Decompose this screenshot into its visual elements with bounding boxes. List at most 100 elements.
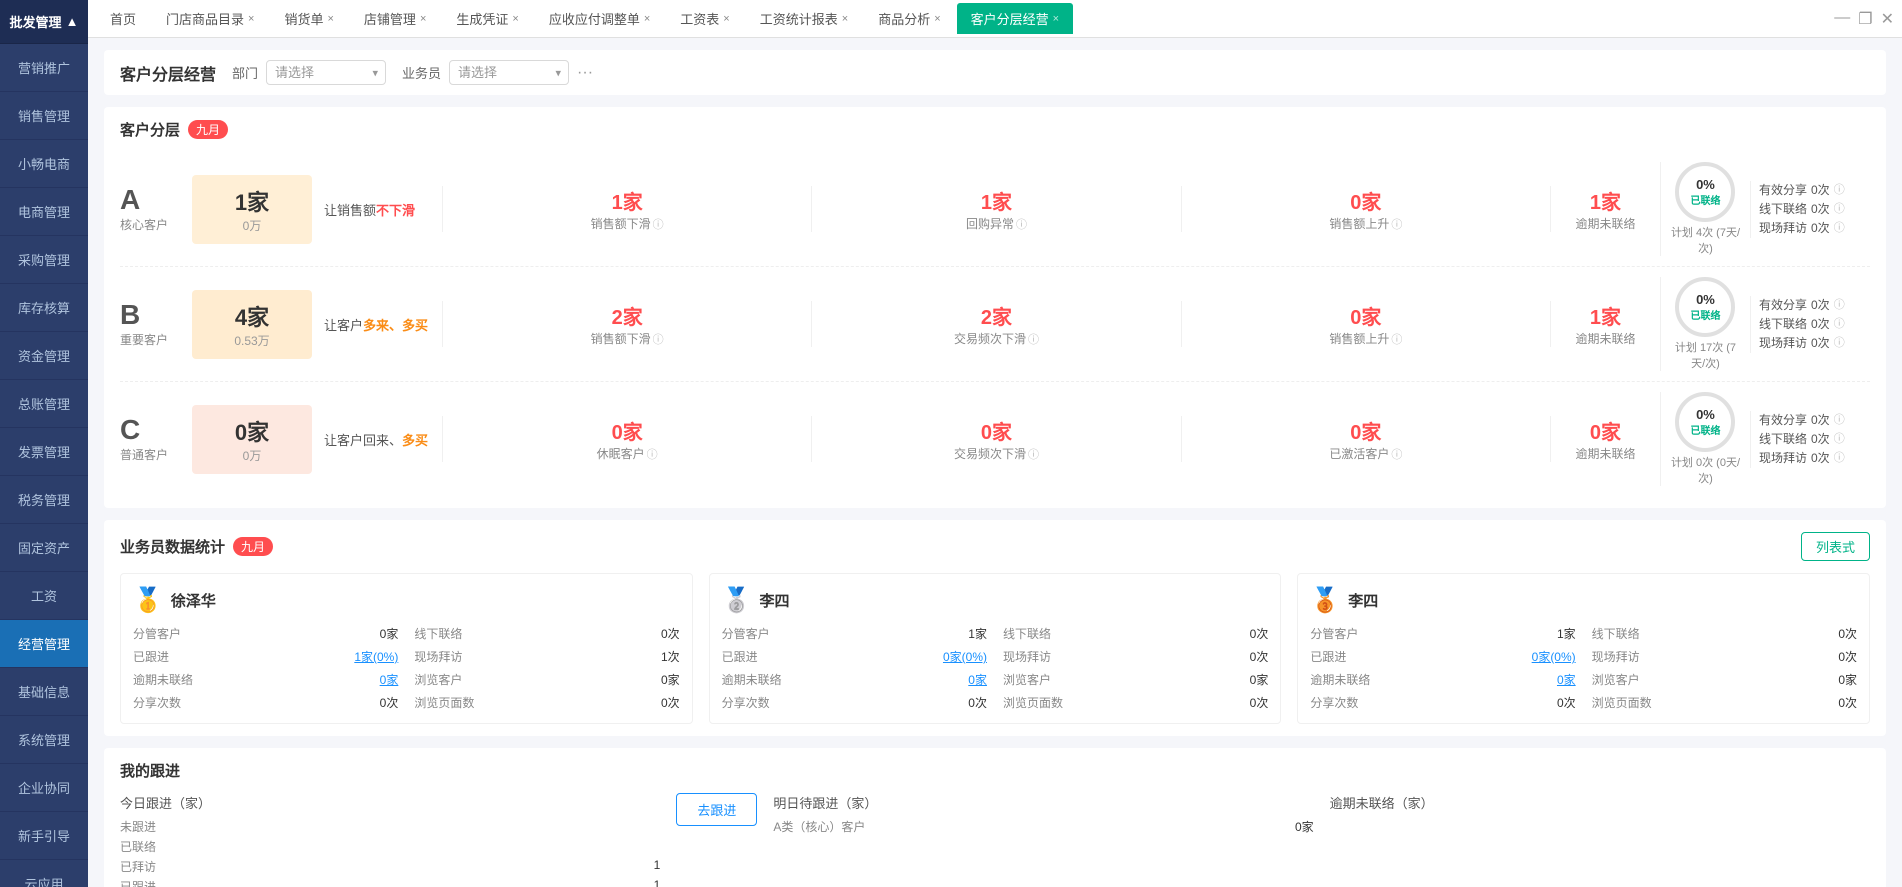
sidebar-item-工资[interactable]: 工资: [0, 572, 88, 620]
tier-stat[interactable]: 1家销售额下滑 ⓘ: [442, 186, 811, 232]
stat-info-icon[interactable]: ⓘ: [1391, 331, 1402, 347]
tab-生成凭证[interactable]: 生成凭证×: [442, 3, 532, 34]
staff-stat-value[interactable]: 0家: [1557, 671, 1576, 688]
stat-info-icon[interactable]: ⓘ: [1016, 216, 1027, 232]
right-stat-info-icon[interactable]: ⓘ: [1834, 430, 1845, 446]
tab-销货单[interactable]: 销货单×: [270, 3, 347, 34]
sidebar-item-云应用[interactable]: 云应用: [0, 860, 88, 887]
sidebar-item-总账管理[interactable]: 总账管理: [0, 380, 88, 428]
right-stat-info-icon[interactable]: ⓘ: [1834, 219, 1845, 235]
stat-info-icon[interactable]: ⓘ: [1028, 331, 1039, 347]
right-stat-info-icon[interactable]: ⓘ: [1834, 315, 1845, 331]
tier-count-block[interactable]: 4家0.53万: [192, 290, 312, 359]
tab-close-icon[interactable]: ×: [842, 13, 848, 25]
dept-select[interactable]: 请选择: [266, 60, 386, 85]
stat-info-icon[interactable]: ⓘ: [653, 331, 664, 347]
staff-stat-label: 逾期未联络: [1310, 671, 1370, 688]
list-view-button[interactable]: 列表式: [1801, 532, 1870, 561]
tier-stat[interactable]: 0家销售额上升 ⓘ: [1181, 301, 1550, 347]
tier-contact[interactable]: 1家逾期未联络: [1550, 186, 1660, 232]
tier-stat-num: 0家: [981, 416, 1012, 445]
tab-close-icon[interactable]: ×: [934, 13, 940, 25]
tab-close-icon[interactable]: ×: [420, 13, 426, 25]
staff-section-header: 业务员数据统计 九月 列表式: [120, 532, 1870, 561]
sidebar-item-新手引导[interactable]: 新手引导: [0, 812, 88, 860]
tab-门店商品目录[interactable]: 门店商品目录×: [152, 3, 268, 34]
tab-close-icon[interactable]: ×: [723, 13, 729, 25]
sidebar-item-基础信息[interactable]: 基础信息: [0, 668, 88, 716]
sidebar-item-系统管理[interactable]: 系统管理: [0, 716, 88, 764]
tab-应收应付调整单[interactable]: 应收应付调整单×: [535, 3, 664, 34]
sidebar-item-资金管理[interactable]: 资金管理: [0, 332, 88, 380]
tier-stat[interactable]: 1家回购异常 ⓘ: [811, 186, 1180, 232]
tier-stat[interactable]: 2家交易频次下滑 ⓘ: [811, 301, 1180, 347]
staff-stat-value[interactable]: 0家(0%): [943, 648, 987, 665]
sidebar-item-固定资产[interactable]: 固定资产: [0, 524, 88, 572]
sidebar-item-经营管理[interactable]: 经营管理: [0, 620, 88, 668]
sidebar-item-税务管理[interactable]: 税务管理: [0, 476, 88, 524]
tab-close-icon[interactable]: ×: [644, 13, 650, 25]
right-stat-row: 线下联络 0次 ⓘ: [1759, 315, 1862, 332]
tier-stat[interactable]: 0家交易频次下滑 ⓘ: [811, 416, 1180, 462]
staff-card: 🥇徐泽华分管客户 0家线下联络 0次已跟进 1家(0%)现场拜访 1次逾期未联络…: [120, 573, 693, 724]
right-stat-info-icon[interactable]: ⓘ: [1834, 200, 1845, 216]
staff-stat-value: 0家: [380, 625, 399, 642]
staff-stat-value[interactable]: 0家(0%): [1532, 648, 1576, 665]
tier-stat[interactable]: 0家已激活客户 ⓘ: [1181, 416, 1550, 462]
stat-info-icon[interactable]: ⓘ: [1028, 446, 1039, 462]
sidebar-item-销售管理[interactable]: 销售管理: [0, 92, 88, 140]
right-stat-info-icon[interactable]: ⓘ: [1834, 181, 1845, 197]
window-minimize-icon[interactable]: —: [1834, 9, 1850, 29]
stat-info-icon[interactable]: ⓘ: [1391, 446, 1402, 462]
staff-name: 李四: [1348, 590, 1378, 611]
tab-工资表[interactable]: 工资表×: [666, 3, 743, 34]
sidebar-item-小畅电商[interactable]: 小畅电商: [0, 140, 88, 188]
staff-stat-value: 0次: [1838, 694, 1857, 711]
staff-stat-value[interactable]: 1家(0%): [354, 648, 398, 665]
tier-contact[interactable]: 1家逾期未联络: [1550, 301, 1660, 347]
sidebar-item-发票管理[interactable]: 发票管理: [0, 428, 88, 476]
tier-count-block[interactable]: 1家0万: [192, 175, 312, 244]
sidebar-item-库存核算[interactable]: 库存核算: [0, 284, 88, 332]
tier-count-block[interactable]: 0家0万: [192, 405, 312, 474]
sidebar-item-营销推广[interactable]: 营销推广: [0, 44, 88, 92]
tab-close-icon[interactable]: ×: [1053, 13, 1059, 25]
right-stat-info-icon[interactable]: ⓘ: [1834, 411, 1845, 427]
tab-首页[interactable]: 首页: [96, 3, 150, 34]
tab-close-icon[interactable]: ×: [248, 13, 254, 25]
stat-info-icon[interactable]: ⓘ: [647, 446, 658, 462]
staff-select[interactable]: 请选择: [449, 60, 569, 85]
stat-info-icon[interactable]: ⓘ: [653, 216, 664, 232]
right-stat-info-icon[interactable]: ⓘ: [1834, 296, 1845, 312]
tier-contact[interactable]: 0家逾期未联络: [1550, 416, 1660, 462]
staff-stat-row: 分管客户 1家: [722, 625, 987, 642]
tab-店铺管理[interactable]: 店铺管理×: [350, 3, 440, 34]
stat-info-icon[interactable]: ⓘ: [1391, 216, 1402, 232]
tier-stat[interactable]: 2家销售额下滑 ⓘ: [442, 301, 811, 347]
tab-close-icon[interactable]: ×: [512, 13, 518, 25]
tab-工资统计报表[interactable]: 工资统计报表×: [746, 3, 862, 34]
tab-客户分层经营[interactable]: 客户分层经营×: [957, 3, 1073, 34]
right-stat-info-icon[interactable]: ⓘ: [1834, 449, 1845, 465]
right-stat-val: 0次: [1811, 315, 1830, 332]
sidebar-collapse-icon[interactable]: ▲: [66, 14, 79, 29]
tier-circle-pct: 0%已联络: [1675, 162, 1735, 222]
staff-stat-row: 现场拜访 1次: [414, 648, 679, 665]
sidebar-header[interactable]: 批发管理 ▲: [0, 0, 88, 44]
go-followup-button[interactable]: 去跟进: [676, 793, 757, 826]
tier-stat[interactable]: 0家休眠客户 ⓘ: [442, 416, 811, 462]
staff-stat-value[interactable]: 0家: [380, 671, 399, 688]
tier-stat[interactable]: 0家销售额上升 ⓘ: [1181, 186, 1550, 232]
right-stat-info-icon[interactable]: ⓘ: [1834, 334, 1845, 350]
window-restore-icon[interactable]: ❐: [1858, 9, 1872, 29]
window-close-icon[interactable]: ✕: [1881, 9, 1894, 29]
staff-stat-row: 浏览页面数 0次: [1003, 694, 1268, 711]
sidebar-item-企业协同[interactable]: 企业协同: [0, 764, 88, 812]
today-followup-col: 今日跟进（家） 未跟进 已联络 已拜访1 已跟进1: [120, 793, 660, 887]
staff-stat-value[interactable]: 0家: [968, 671, 987, 688]
sidebar-item-采购管理[interactable]: 采购管理: [0, 236, 88, 284]
tab-close-icon[interactable]: ×: [327, 13, 333, 25]
sidebar-item-电商管理[interactable]: 电商管理: [0, 188, 88, 236]
tab-商品分析[interactable]: 商品分析×: [864, 3, 954, 34]
more-filters-icon[interactable]: ···: [577, 64, 593, 82]
